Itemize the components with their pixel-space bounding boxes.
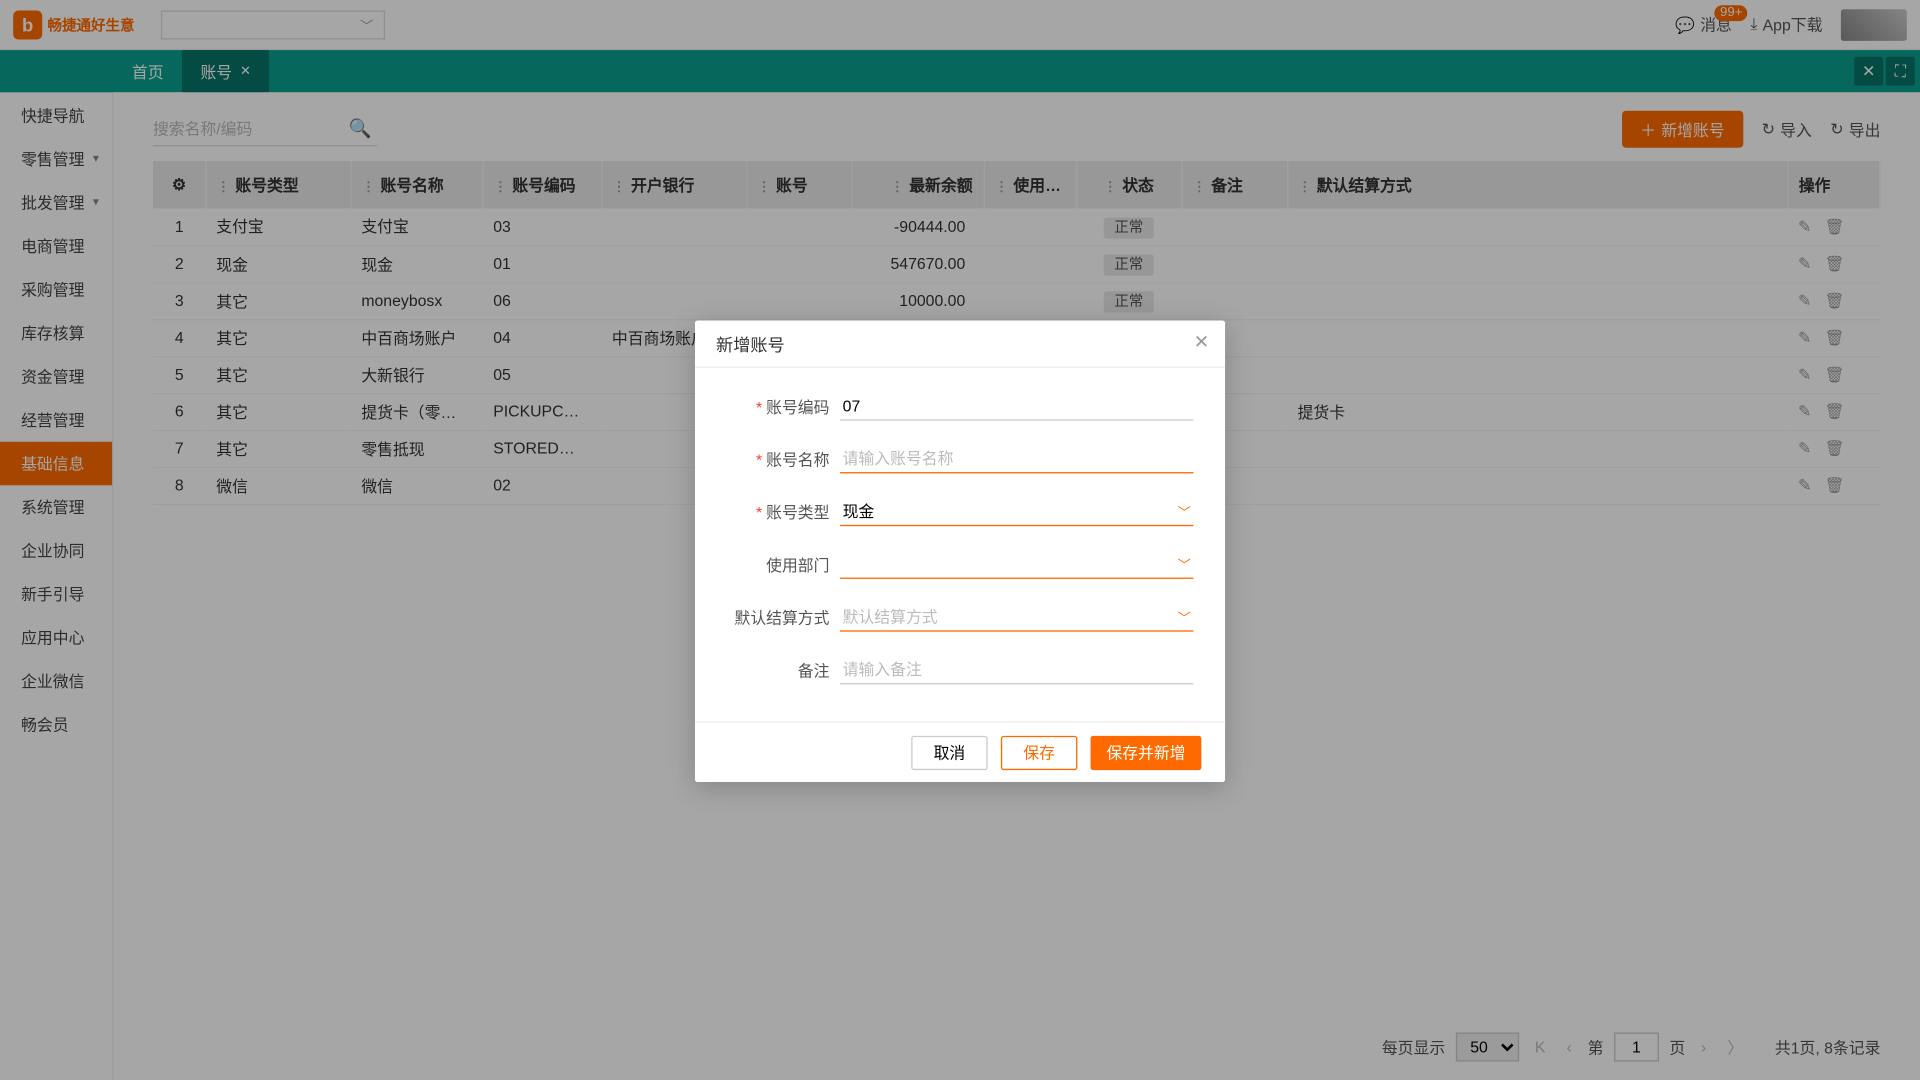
remark-label: 备注 bbox=[798, 661, 830, 679]
code-input[interactable] bbox=[840, 392, 1193, 421]
name-label: 账号名称 bbox=[766, 450, 829, 468]
modal-title: 新增账号 bbox=[716, 331, 785, 356]
dept-select[interactable] bbox=[840, 550, 1193, 579]
name-input[interactable] bbox=[840, 444, 1193, 473]
code-label: 账号编码 bbox=[766, 398, 829, 416]
modal-close-button[interactable]: ✕ bbox=[1194, 331, 1209, 353]
save-and-new-button[interactable]: 保存并新增 bbox=[1091, 735, 1202, 769]
settle-select[interactable] bbox=[840, 603, 1193, 632]
type-label: 账号类型 bbox=[766, 503, 829, 521]
modal-header: 新增账号 ✕ bbox=[695, 320, 1225, 367]
settle-label: 默认结算方式 bbox=[734, 609, 829, 627]
dept-label: 使用部门 bbox=[766, 556, 829, 574]
remark-input[interactable] bbox=[840, 655, 1193, 684]
save-button[interactable]: 保存 bbox=[1001, 735, 1078, 769]
add-account-modal: 新增账号 ✕ *账号编码 *账号名称 *账号类型 ﹀ 使用部门 ﹀ 默认结算方式… bbox=[695, 320, 1225, 782]
type-select[interactable] bbox=[840, 497, 1193, 526]
cancel-button[interactable]: 取消 bbox=[911, 735, 988, 769]
